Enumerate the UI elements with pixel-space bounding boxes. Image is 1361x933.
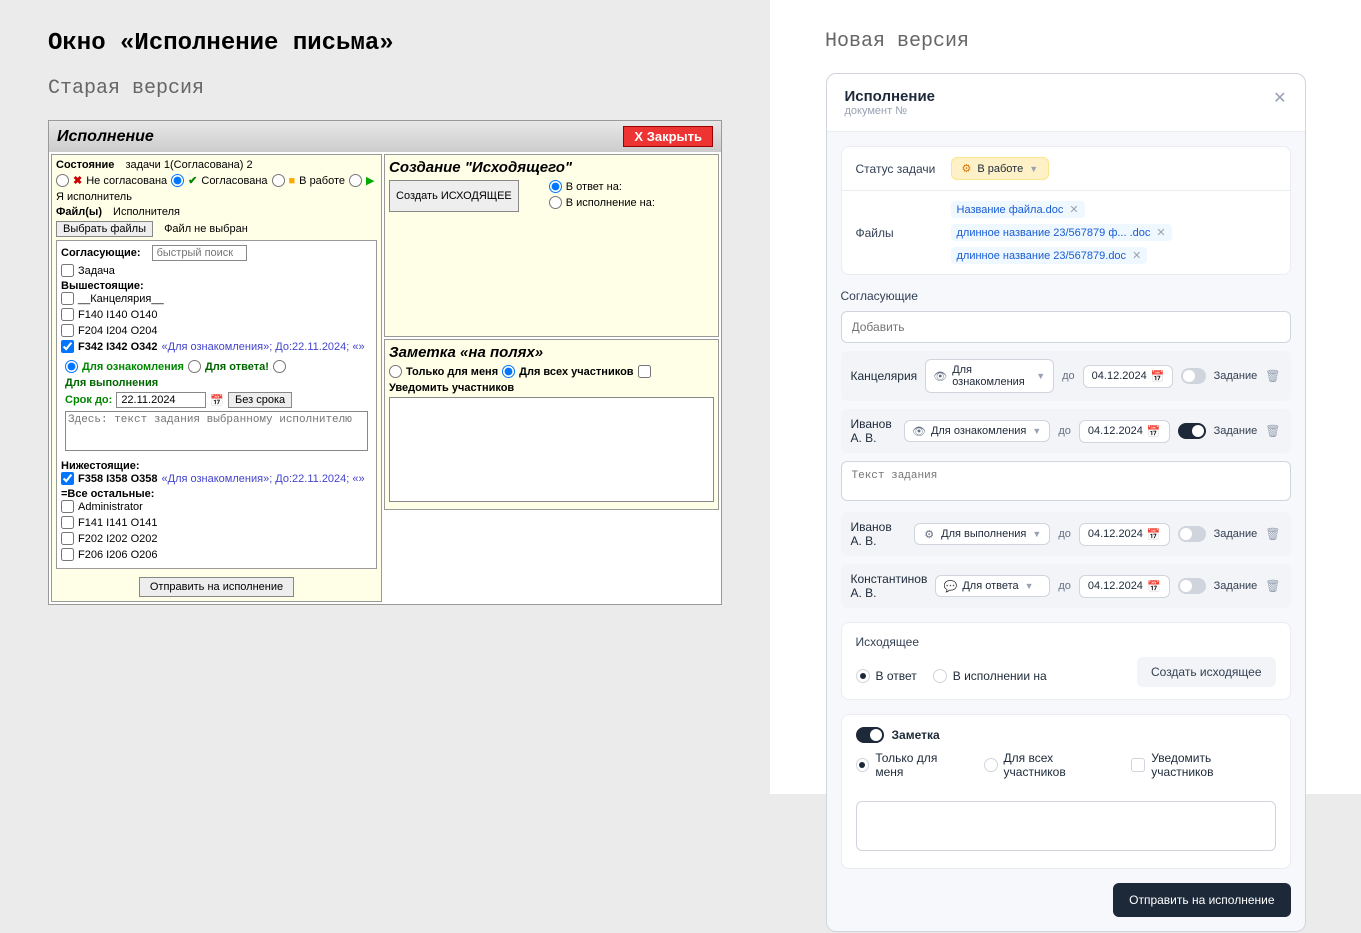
radio-only-me[interactable] — [389, 365, 402, 378]
remove-icon[interactable]: ✕ — [1132, 249, 1141, 262]
page-title: Окно «Исполнение письма» — [48, 30, 722, 57]
new-version-label: Новая версия — [825, 30, 1361, 53]
approver-row: Иванов А. В. 👁Для ознакомления▼ до 04.12… — [841, 409, 1291, 453]
file-chip[interactable]: длинное название 23/567879.doc✕ — [951, 247, 1148, 264]
date-picker[interactable]: 04.12.2024📅 — [1083, 365, 1174, 388]
calendar-icon[interactable]: 📅 — [210, 394, 224, 407]
radio-approved[interactable] — [171, 174, 184, 187]
create-outgoing-button[interactable]: Создать ИСХОДЯЩЕЕ — [389, 180, 519, 212]
remove-icon[interactable]: ✕ — [1069, 203, 1078, 216]
trash-icon[interactable]: 🗑 — [1265, 527, 1280, 541]
task-toggle[interactable] — [1178, 526, 1206, 542]
chevron-down-icon: ▼ — [1029, 164, 1038, 174]
task-toggle[interactable] — [1178, 423, 1206, 439]
search-input[interactable] — [152, 245, 247, 261]
close-icon[interactable]: ✕ — [1273, 88, 1286, 108]
calendar-icon: 📅 — [1147, 528, 1161, 541]
radio-in-reply[interactable]: В ответ — [856, 669, 917, 683]
send-button[interactable]: Отправить на исполнение — [1113, 883, 1290, 917]
chat-icon: 💬 — [944, 580, 956, 592]
type-dropdown[interactable]: 👁Для ознакомления▼ — [904, 420, 1050, 442]
status-dropdown[interactable]: ⚙ В работе ▼ — [951, 157, 1050, 180]
trash-icon[interactable]: 🗑 — [1265, 369, 1280, 383]
trash-icon[interactable]: 🗑 — [1265, 424, 1280, 438]
task-text-input[interactable] — [65, 411, 368, 451]
radio-in-work[interactable] — [272, 174, 285, 187]
send-button[interactable]: Отправить на исполнение — [139, 577, 294, 597]
old-version-label: Старая версия — [48, 77, 722, 100]
type-dropdown[interactable]: ⚙Для выполнения▼ — [914, 523, 1050, 545]
gear-icon: ⚙ — [923, 528, 935, 540]
gear-icon: ⚙ — [962, 162, 972, 175]
radio-in-exec[interactable]: В исполнении на — [933, 669, 1047, 683]
file-chip[interactable]: длинное название 23/567879 ф... .doc✕ — [951, 224, 1172, 241]
new-window-title: Исполнение — [845, 88, 936, 105]
date-input[interactable] — [116, 392, 206, 408]
radio-only-me[interactable]: Только для меня — [856, 751, 968, 779]
old-window-title: Исполнение — [57, 128, 154, 146]
add-approver-input[interactable] — [841, 311, 1291, 343]
note-textarea[interactable] — [389, 397, 714, 502]
date-picker[interactable]: 04.12.2024📅 — [1079, 575, 1170, 598]
note-toggle[interactable] — [856, 727, 884, 743]
task-text-input[interactable] — [841, 461, 1291, 501]
approver-row: Канцелярия 👁Для ознакомления▼ до 04.12.2… — [841, 351, 1291, 401]
state-label: Состояние — [56, 159, 114, 171]
calendar-icon: 📅 — [1147, 425, 1161, 438]
task-checkbox[interactable] — [61, 264, 74, 277]
calendar-icon: 📅 — [1147, 580, 1161, 593]
create-outgoing-button[interactable]: Создать исходящее — [1137, 657, 1276, 687]
notify-checkbox[interactable] — [638, 365, 651, 378]
remove-icon[interactable]: ✕ — [1156, 226, 1165, 239]
note-textarea[interactable] — [856, 801, 1276, 851]
date-picker[interactable]: 04.12.2024📅 — [1079, 420, 1170, 443]
radio-execute[interactable] — [273, 360, 286, 373]
new-window: Исполнение документ № ✕ Статус задачи ⚙ … — [826, 73, 1306, 932]
x-icon: ✖ — [73, 174, 82, 187]
close-button[interactable]: X Закрыть — [623, 126, 713, 147]
approver-row: Иванов А. В. ⚙Для выполнения▼ до 04.12.2… — [841, 512, 1291, 556]
radio-for-all[interactable] — [502, 365, 515, 378]
date-picker[interactable]: 04.12.2024📅 — [1079, 523, 1170, 546]
choose-files-button[interactable]: Выбрать файлы — [56, 221, 153, 237]
radio-in-exec[interactable] — [549, 196, 562, 209]
eye-icon: 👁 — [913, 425, 925, 437]
radio-executor[interactable] — [349, 174, 362, 187]
task-toggle[interactable] — [1178, 578, 1206, 594]
no-deadline-button[interactable]: Без срока — [228, 392, 292, 408]
radio-in-reply[interactable] — [549, 180, 562, 193]
approver-row: Константинов А. В. 💬Для ответа▼ до 04.12… — [841, 564, 1291, 608]
type-dropdown[interactable]: 💬Для ответа▼ — [935, 575, 1050, 597]
eye-icon: 👁 — [934, 370, 946, 382]
radio-not-approved[interactable] — [56, 174, 69, 187]
task-toggle[interactable] — [1181, 368, 1205, 384]
notify-checkbox[interactable]: Уведомить участников — [1131, 751, 1275, 779]
arrow-icon: ▶ — [366, 174, 374, 187]
trash-icon[interactable]: 🗑 — [1265, 579, 1280, 593]
new-subtitle: документ № — [845, 105, 936, 117]
radio-reply[interactable] — [188, 360, 201, 373]
check-icon: ✔ — [188, 174, 197, 187]
old-window: Исполнение X Закрыть Состояние задачи 1(… — [48, 120, 722, 605]
calendar-icon: 📅 — [1151, 370, 1165, 383]
file-chip[interactable]: Название файла.doc✕ — [951, 201, 1085, 218]
type-dropdown[interactable]: 👁Для ознакомления▼ — [925, 359, 1054, 393]
square-icon: ■ — [289, 175, 296, 187]
radio-acquaint[interactable] — [65, 360, 78, 373]
radio-for-all[interactable]: Для всех участников — [984, 751, 1118, 779]
